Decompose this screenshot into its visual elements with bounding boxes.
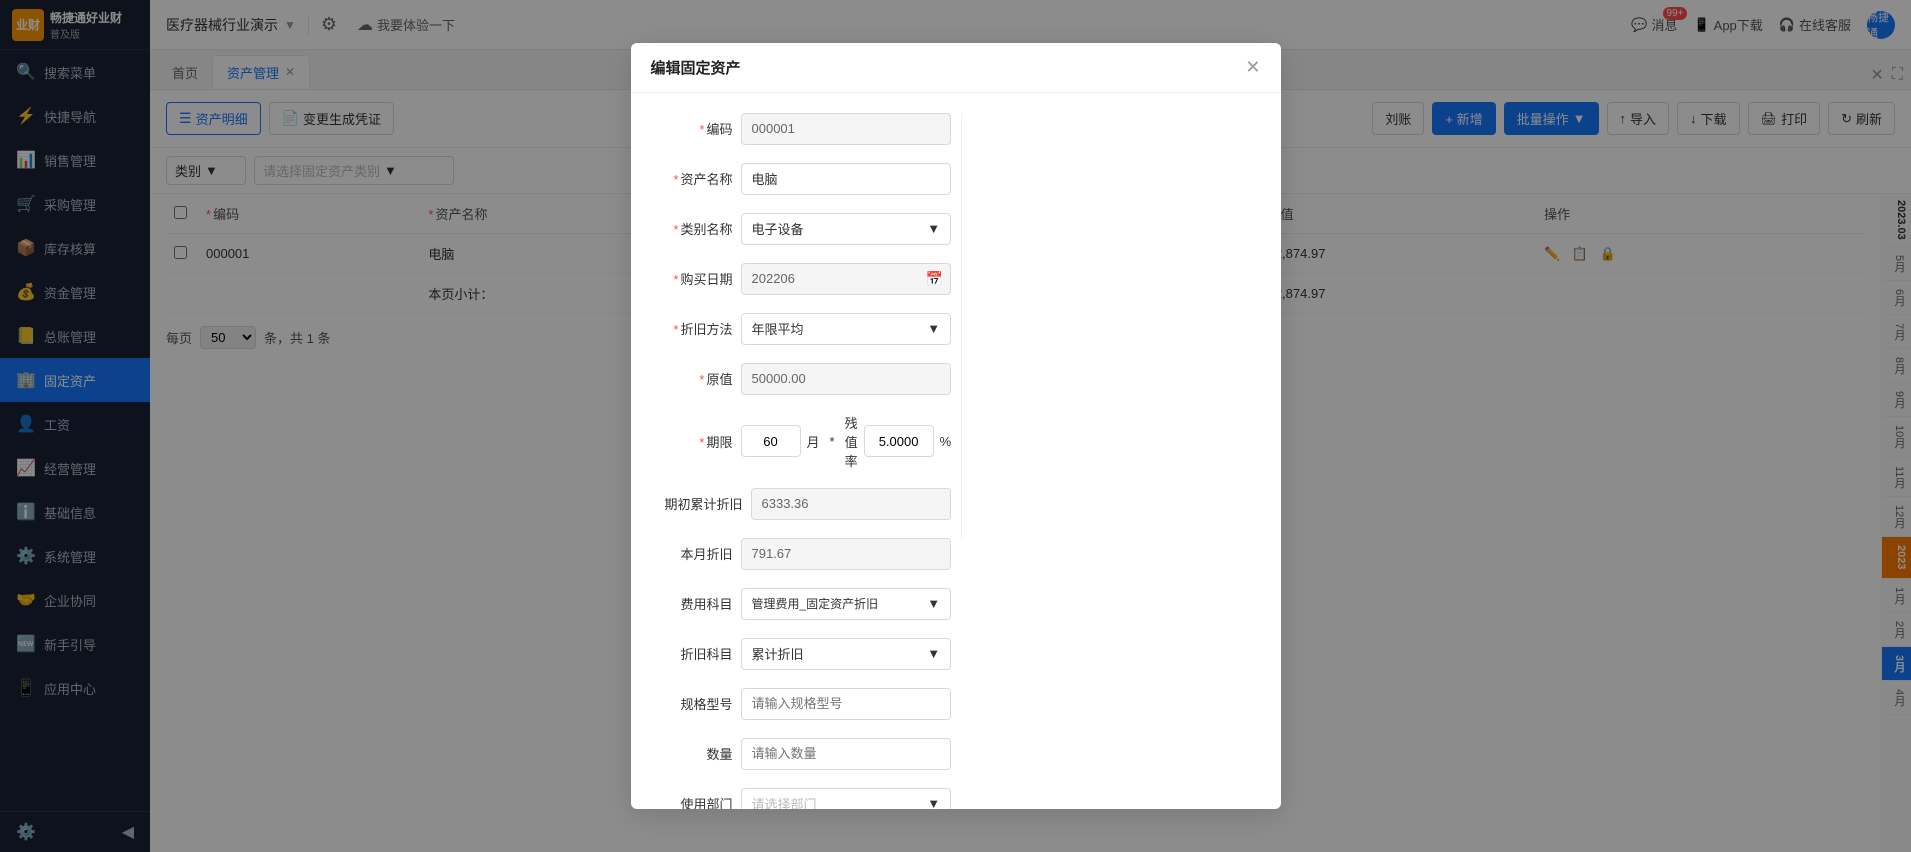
- original-value-input[interactable]: [741, 363, 952, 395]
- form-divider: [961, 113, 962, 538]
- form-col-right: 本月折旧 费用科目 管理费用_固定资产折旧 ▼: [651, 538, 962, 810]
- purchase-date-label: *购买日期: [661, 269, 741, 288]
- dialog-body: *编码 *资产名称 *类别名称: [631, 93, 1281, 810]
- period-group: 月 * 残值率 %: [741, 413, 952, 470]
- initial-accum-input[interactable]: [751, 488, 952, 520]
- form-group-dept: 使用部门 请选择部门 ▼: [661, 788, 952, 810]
- depr-account-select[interactable]: 累计折旧 ▼: [741, 638, 952, 670]
- dialog-close-btn[interactable]: ✕: [1245, 57, 1260, 78]
- expense-account-value: 管理费用_固定资产折旧: [752, 595, 879, 612]
- form-group-asset-name: *资产名称: [661, 163, 952, 195]
- asset-name-label: *资产名称: [661, 169, 741, 188]
- dialog-title: 编辑固定资产: [651, 57, 741, 78]
- depr-method-label: *折旧方法: [661, 319, 741, 338]
- dept-placeholder: 请选择部门: [752, 794, 817, 809]
- monthly-depr-input: [741, 538, 952, 570]
- quantity-input[interactable]: [741, 738, 952, 770]
- form-group-monthly-depr: 本月折旧: [661, 538, 952, 570]
- category-select-value: 电子设备: [752, 219, 804, 238]
- spec-label: 规格型号: [661, 694, 741, 713]
- form-group-code: *编码: [661, 113, 952, 145]
- dialog-header: 编辑固定资产 ✕: [631, 43, 1281, 93]
- depr-method-chevron-icon: ▼: [927, 321, 940, 336]
- depr-account-chevron-icon: ▼: [927, 646, 940, 661]
- original-value-label: *原值: [661, 369, 741, 388]
- dialog-overlay: 编辑固定资产 ✕ *编码 *资产名称: [0, 0, 1911, 852]
- edit-asset-dialog: 编辑固定资产 ✕ *编码 *资产名称: [631, 43, 1281, 810]
- dept-chevron-icon: ▼: [927, 796, 940, 809]
- period-input[interactable]: [741, 425, 801, 457]
- category-select[interactable]: 电子设备 ▼: [741, 213, 952, 245]
- category-label: *类别名称: [661, 219, 741, 238]
- required-star: *: [830, 434, 835, 449]
- period-unit-label: 月: [807, 432, 820, 451]
- depr-account-value: 累计折旧: [752, 644, 804, 663]
- code-input[interactable]: [741, 113, 952, 145]
- form-group-depr-method: *折旧方法 年限平均 ▼: [661, 313, 952, 345]
- form-group-spec: 规格型号: [661, 688, 952, 720]
- expense-account-label: 费用科目: [661, 594, 741, 613]
- form-group-quantity: 数量: [661, 738, 952, 770]
- spec-input[interactable]: [741, 688, 952, 720]
- initial-accum-label: 期初累计折旧: [661, 494, 751, 513]
- asset-name-input[interactable]: [741, 163, 952, 195]
- depr-account-label: 折旧科目: [661, 644, 741, 663]
- monthly-depr-label: 本月折旧: [661, 544, 741, 563]
- form-group-initial-accum: 期初累计折旧: [661, 488, 952, 520]
- purchase-date-input[interactable]: [741, 263, 952, 295]
- residual-rate-label: 残值率: [845, 413, 858, 470]
- form-grid: *编码 *资产名称 *类别名称: [651, 113, 1261, 810]
- form-group-expense-account: 费用科目 管理费用_固定资产折旧 ▼: [661, 588, 952, 620]
- form-group-category: *类别名称 电子设备 ▼: [661, 213, 952, 245]
- residual-rate-input[interactable]: [864, 425, 934, 457]
- code-label: *编码: [661, 119, 741, 138]
- category-chevron-icon: ▼: [927, 221, 940, 236]
- purchase-date-wrap: 📅: [741, 263, 952, 295]
- dept-label: 使用部门: [661, 794, 741, 809]
- period-label: *期限: [661, 432, 741, 451]
- expense-chevron-icon: ▼: [927, 596, 940, 611]
- form-group-original-value: *原值: [661, 363, 952, 395]
- dept-select[interactable]: 请选择部门 ▼: [741, 788, 952, 810]
- form-group-depr-account: 折旧科目 累计折旧 ▼: [661, 638, 952, 670]
- depr-method-value: 年限平均: [752, 319, 804, 338]
- form-group-period: *期限 月 * 残值率 %: [661, 413, 952, 470]
- calendar-icon: 📅: [926, 270, 943, 287]
- quantity-label: 数量: [661, 744, 741, 763]
- form-col-left: *编码 *资产名称 *类别名称: [651, 113, 962, 538]
- pct-label: %: [940, 434, 952, 449]
- form-group-purchase-date: *购买日期 📅: [661, 263, 952, 295]
- expense-account-select[interactable]: 管理费用_固定资产折旧 ▼: [741, 588, 952, 620]
- depr-method-select[interactable]: 年限平均 ▼: [741, 313, 952, 345]
